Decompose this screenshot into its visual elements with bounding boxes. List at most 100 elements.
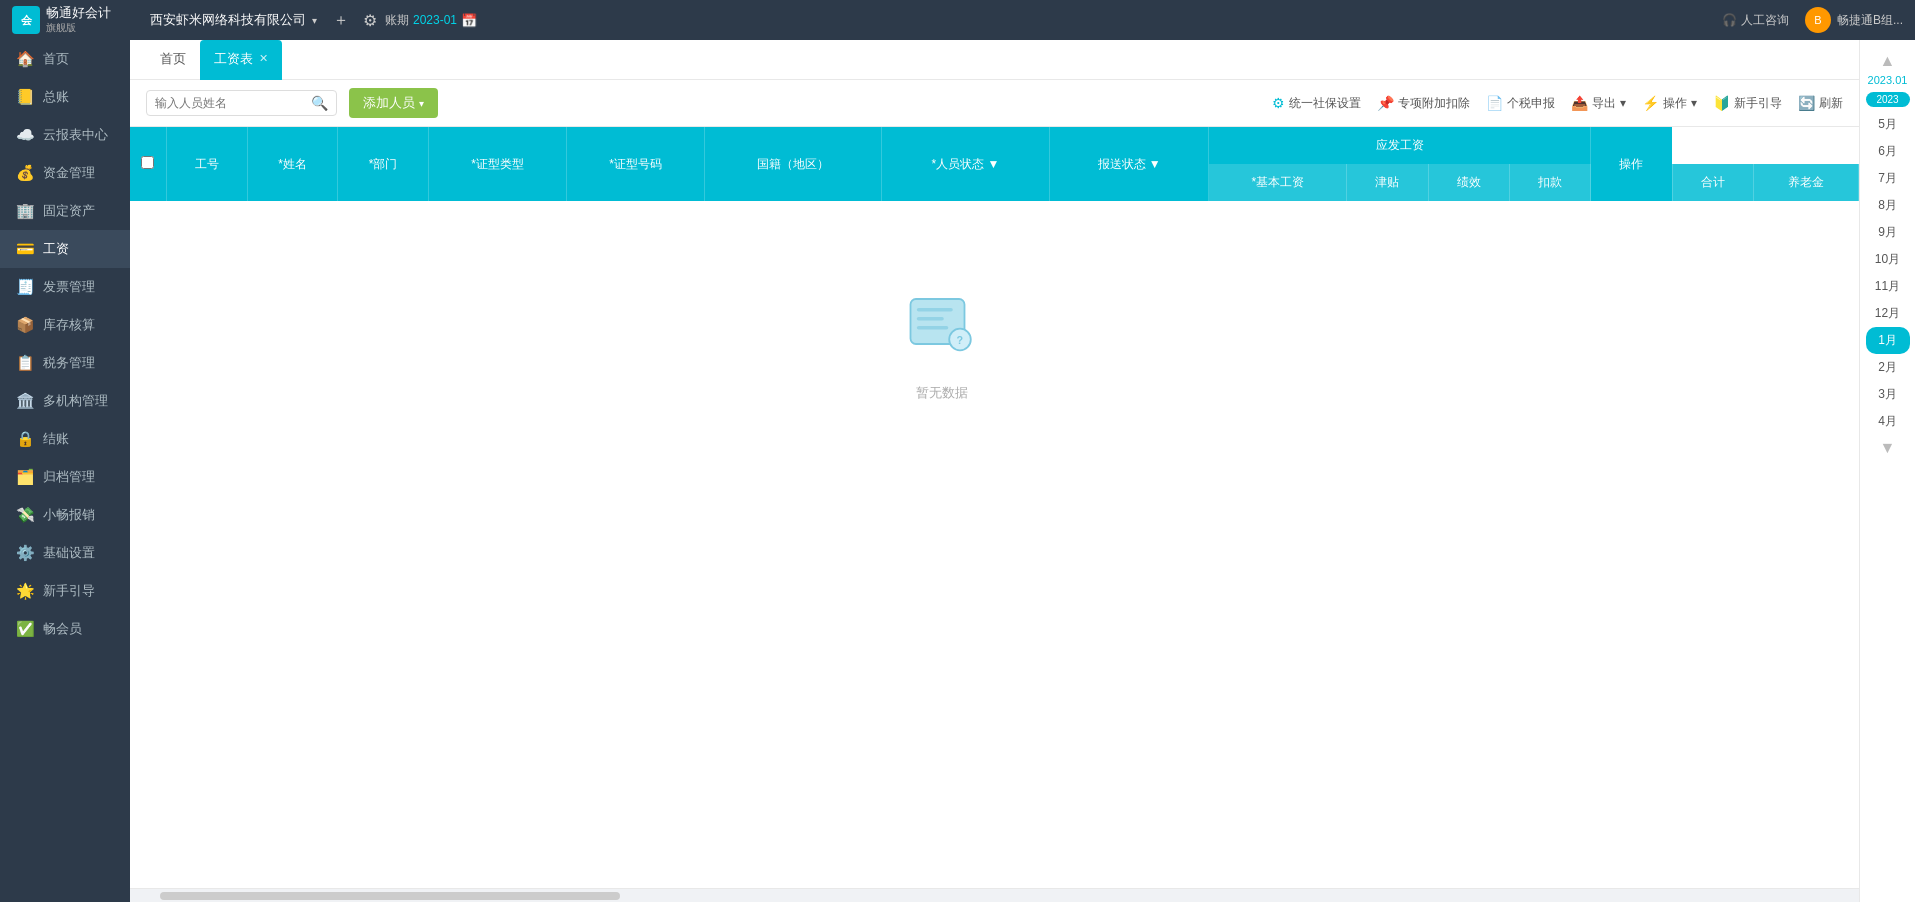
logo-icon: 会 [12, 6, 40, 34]
sidebar-item-label: 固定资产 [43, 202, 95, 220]
sidebar-item-label: 畅会员 [43, 620, 82, 638]
sidebar-item-fixed-assets[interactable]: 🏢 固定资产 [0, 192, 130, 230]
sidebar-item-label: 发票管理 [43, 278, 95, 296]
add-icon[interactable]: ＋ [333, 10, 349, 31]
refresh-icon: 🔄 [1798, 95, 1815, 111]
th-report-status[interactable]: 报送状态 ▼ [1050, 127, 1209, 201]
top-header: 会 畅通好会计 旗舰版 西安虾米网络科技有限公司 ▾ ＋ ⚙ 账期 2023-0… [0, 0, 1915, 40]
sidebar-item-invoice[interactable]: 🧾 发票管理 [0, 268, 130, 306]
empty-text: 暂无数据 [916, 384, 968, 402]
tab-close-icon[interactable]: ✕ [259, 52, 268, 65]
month-12[interactable]: 12月 [1866, 300, 1910, 327]
header-icons: ＋ ⚙ [333, 10, 377, 31]
company-selector[interactable]: 西安虾米网络科技有限公司 ▾ [150, 11, 317, 29]
search-wrap: 🔍 [146, 90, 337, 116]
refresh-btn[interactable]: 🔄 刷新 [1798, 95, 1843, 112]
sidebar-item-close[interactable]: 🔒 结账 [0, 420, 130, 458]
user-area: B 畅捷通B组... [1805, 7, 1903, 33]
service-button[interactable]: 🎧 人工咨询 [1722, 12, 1789, 29]
calendar-icon[interactable]: 📅 [461, 13, 477, 28]
operation-btn[interactable]: ⚡ 操作 ▾ [1642, 95, 1697, 112]
month-9[interactable]: 9月 [1866, 219, 1910, 246]
guide-btn[interactable]: 🔰 新手引导 [1713, 95, 1782, 112]
guide-toolbar-icon: 🔰 [1713, 95, 1730, 111]
company-name: 西安虾米网络科技有限公司 [150, 11, 306, 29]
guide-label: 新手引导 [1734, 95, 1782, 112]
th-id-number: *证型号码 [567, 127, 705, 201]
sidebar-item-tax[interactable]: 📋 税务管理 [0, 344, 130, 382]
panel-period: 2023.01 [1868, 74, 1908, 86]
company-dropdown-icon[interactable]: ▾ [312, 15, 317, 26]
report-filter-icon: ▼ [1149, 157, 1161, 171]
th-country: 国籍（地区） [705, 127, 881, 201]
month-3[interactable]: 3月 [1866, 381, 1910, 408]
logo-area: 会 畅通好会计 旗舰版 [12, 5, 142, 35]
th-allowance: 津贴 [1347, 164, 1428, 201]
guide-icon: 🌟 [16, 582, 35, 600]
th-total: 合计 [1672, 164, 1753, 201]
month-2[interactable]: 2月 [1866, 354, 1910, 381]
month-4[interactable]: 4月 [1866, 408, 1910, 435]
month-1[interactable]: 1月 [1866, 327, 1910, 354]
scroll-down-icon[interactable]: ▼ [1880, 435, 1896, 461]
th-status[interactable]: *人员状态 ▼ [881, 127, 1049, 201]
month-11[interactable]: 11月 [1866, 273, 1910, 300]
month-10[interactable]: 10月 [1866, 246, 1910, 273]
tab-salary-label: 工资表 [214, 50, 253, 68]
sidebar-item-guide[interactable]: 🌟 新手引导 [0, 572, 130, 610]
special-deduction-btn[interactable]: 📌 专项附加扣除 [1377, 95, 1470, 112]
sidebar-item-cloud-report[interactable]: ☁️ 云报表中心 [0, 116, 130, 154]
year-badge: 2023 [1866, 92, 1910, 107]
member-icon: ✅ [16, 620, 35, 638]
sidebar-item-member[interactable]: ✅ 畅会员 [0, 610, 130, 648]
social-security-btn[interactable]: ⚙ 统一社保设置 [1272, 95, 1361, 112]
user-avatar: B [1805, 7, 1831, 33]
content-area: 首页 工资表 ✕ 🔍 添加人员 ▾ ⚙ 统一社保设置 [130, 40, 1859, 902]
sidebar-item-ledger[interactable]: 📒 总账 [0, 78, 130, 116]
tab-home-label: 首页 [160, 50, 186, 68]
expense-icon: 💸 [16, 506, 35, 524]
add-person-label: 添加人员 [363, 94, 415, 112]
logo-text-block: 畅通好会计 旗舰版 [46, 5, 111, 35]
sidebar-item-label: 首页 [43, 50, 69, 68]
tax-declaration-btn[interactable]: 📄 个税申报 [1486, 95, 1555, 112]
bottom-scrollbar[interactable] [130, 888, 1859, 902]
sidebar-item-home[interactable]: 🏠 首页 [0, 40, 130, 78]
svg-text:?: ? [956, 334, 963, 346]
operation-icon: ⚡ [1642, 95, 1659, 111]
sidebar-item-fund[interactable]: 💰 资金管理 [0, 154, 130, 192]
sidebar-item-expense[interactable]: 💸 小畅报销 [0, 496, 130, 534]
search-input[interactable] [155, 96, 305, 110]
sidebar-item-inventory[interactable]: 📦 库存核算 [0, 306, 130, 344]
tab-home[interactable]: 首页 [146, 40, 200, 80]
table-wrap: 工号 *姓名 *部门 *证型类型 *证型号码 国籍（地区） *人员状态 ▼ 报送… [130, 127, 1859, 888]
select-all-checkbox[interactable] [141, 156, 154, 169]
add-person-button[interactable]: 添加人员 ▾ [349, 88, 438, 118]
tab-salary-table[interactable]: 工资表 ✕ [200, 40, 282, 80]
export-btn[interactable]: 📤 导出 ▾ [1571, 95, 1626, 112]
main-layout: 🏠 首页 📒 总账 ☁️ 云报表中心 💰 资金管理 🏢 固定资产 💳 工资 🧾 … [0, 40, 1915, 902]
sidebar-item-multi-org[interactable]: 🏛️ 多机构管理 [0, 382, 130, 420]
th-department: *部门 [338, 127, 429, 201]
salary-icon: 💳 [16, 240, 35, 258]
sidebar-item-label: 归档管理 [43, 468, 95, 486]
archive-icon: 🗂️ [16, 468, 35, 486]
sidebar-item-salary[interactable]: 💳 工资 [0, 230, 130, 268]
month-8[interactable]: 8月 [1866, 192, 1910, 219]
sidebar-item-label: 新手引导 [43, 582, 95, 600]
sidebar-item-settings[interactable]: ⚙️ 基础设置 [0, 534, 130, 572]
tax-icon: 📋 [16, 354, 35, 372]
assets-icon: 🏢 [16, 202, 35, 220]
tab-bar: 首页 工资表 ✕ [130, 40, 1859, 80]
sidebar-item-label: 税务管理 [43, 354, 95, 372]
month-5[interactable]: 5月 [1866, 111, 1910, 138]
month-6[interactable]: 6月 [1866, 138, 1910, 165]
app-edition: 旗舰版 [46, 21, 111, 35]
month-7[interactable]: 7月 [1866, 165, 1910, 192]
th-checkbox[interactable] [130, 127, 166, 201]
settings-icon[interactable]: ⚙ [363, 11, 377, 30]
scroll-up-icon[interactable]: ▲ [1880, 48, 1896, 74]
svg-rect-3 [916, 326, 948, 330]
th-id-type: *证型类型 [428, 127, 566, 201]
sidebar-item-archive[interactable]: 🗂️ 归档管理 [0, 458, 130, 496]
